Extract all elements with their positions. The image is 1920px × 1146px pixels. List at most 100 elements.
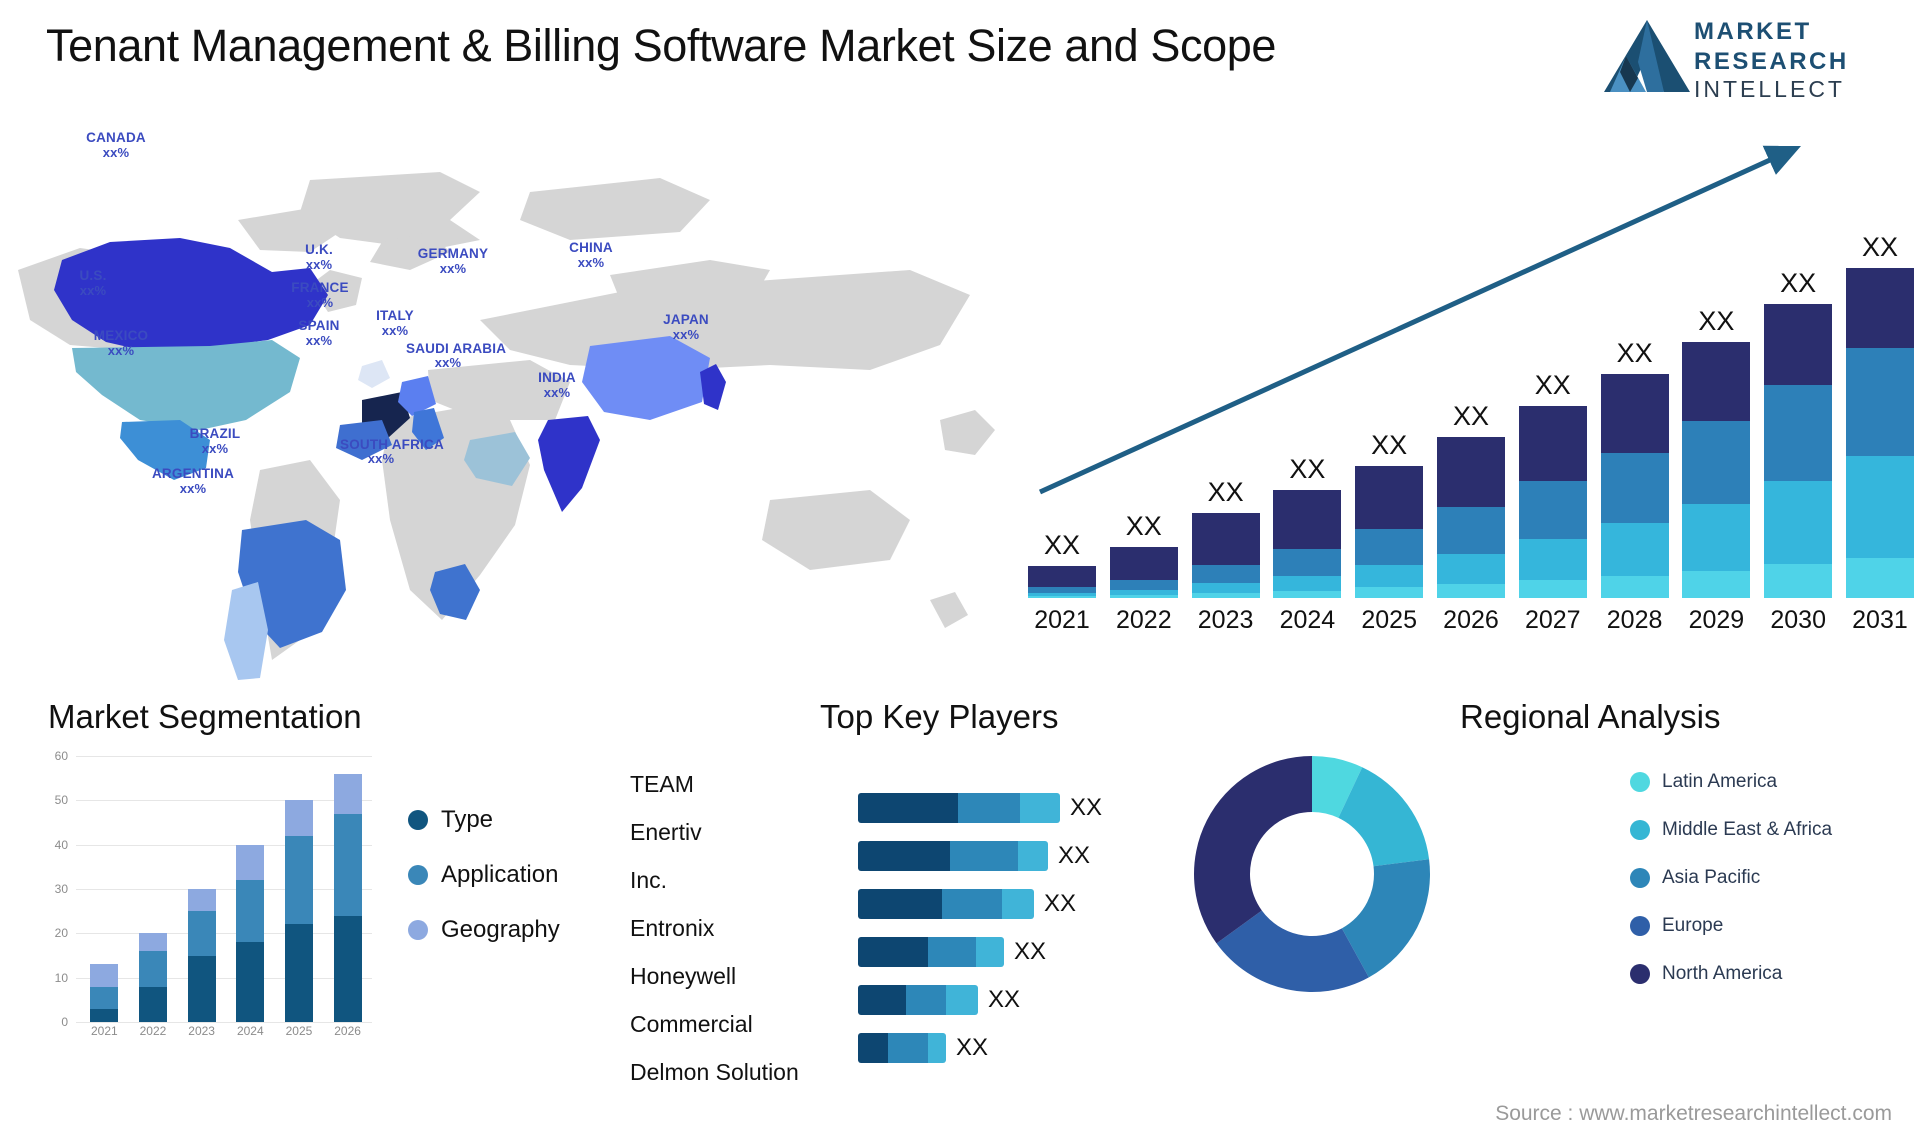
forecast-stack	[1764, 303, 1833, 598]
forecast-value-label: XX	[1861, 232, 1898, 263]
segmentation-segment-application	[236, 880, 265, 943]
player-bar-segment-3	[1018, 841, 1048, 871]
forecast-segment-segment-2	[1273, 575, 1342, 591]
players-name-list: TEAM Enertiv Inc. Entronix Honeywell Commerci…	[630, 760, 870, 1096]
forecast-bar-2030: XX	[1764, 268, 1833, 598]
forecast-value-label: XX	[1371, 429, 1408, 460]
forecast-stack	[1682, 342, 1751, 598]
page-title: Tenant Management & Billing Software Mar…	[46, 20, 1276, 71]
player-name-label: Commercial	[630, 1011, 753, 1037]
forecast-stack	[1109, 547, 1178, 598]
player-name-label: Entronix	[630, 915, 715, 941]
player-bar-row: XX	[858, 1024, 1158, 1072]
map-label-south-africa: SOUTH AFRICA xx%	[340, 437, 444, 466]
forecast-stack	[1355, 465, 1424, 598]
regional-legend-item: North America	[1630, 952, 1900, 996]
map-country-japan	[700, 364, 726, 410]
forecast-stack	[1273, 490, 1342, 598]
forecast-segment-segment-1	[1273, 590, 1342, 598]
segmentation-segment-geography	[284, 800, 313, 836]
page-header: Tenant Management & Billing Software Mar…	[0, 0, 1920, 118]
forecast-segment-segment-3	[1436, 507, 1505, 554]
forecast-bar-2026: XX	[1436, 401, 1505, 598]
segmentation-segment-geography	[333, 773, 362, 814]
segmentation-bar-2022	[138, 933, 167, 1022]
regional-legend-label: Latin America	[1662, 771, 1778, 792]
player-bar-segment-1	[858, 1033, 888, 1063]
segmentation-bar-group	[80, 756, 372, 1022]
player-bar-row: XX	[858, 784, 1158, 832]
player-value-label: XX	[1058, 842, 1091, 869]
forecast-segment-segment-1	[1109, 594, 1178, 598]
regional-legend-label: Europe	[1662, 915, 1724, 936]
segmentation-segment-type	[90, 1008, 119, 1022]
forecast-year-label: 2030	[1770, 606, 1826, 634]
map-label-us: U.S. xx%	[79, 268, 107, 298]
player-bar-row: XX	[858, 928, 1158, 976]
segmentation-segment-application	[333, 813, 362, 916]
forecast-segment-segment-4	[1191, 513, 1260, 566]
player-bar-segment-2	[928, 937, 976, 967]
player-bar-segment-3	[946, 985, 978, 1015]
player-bar-row: XX	[858, 880, 1158, 928]
player-bar	[858, 793, 1060, 823]
player-bar-segment-2	[888, 1033, 928, 1063]
map-label-argentina: ARGENTINA xx%	[151, 466, 235, 496]
map-label-spain: SPAIN xx%	[298, 318, 340, 348]
forecast-year-label: 2024	[1279, 606, 1336, 634]
segmentation-segment-geography	[138, 933, 167, 952]
players-title: Top Key Players	[820, 698, 1059, 735]
legend-dot-icon	[408, 810, 428, 830]
segmentation-segment-geography	[187, 889, 216, 912]
player-name-label: TEAM	[630, 771, 694, 797]
forecast-value-label: XX	[1616, 337, 1653, 368]
legend-dot-icon	[408, 920, 428, 940]
map-label-mexico: MEXICO xx%	[93, 328, 149, 358]
player-bar-segment-1	[858, 889, 942, 919]
regional-legend-label: North America	[1662, 963, 1783, 984]
player-bar-segment-1	[858, 793, 958, 823]
segmentation-legend-label: Type	[441, 806, 494, 833]
player-bar-segment-1	[858, 937, 928, 967]
players-bar-group: XX XX XX XX XX XX	[858, 784, 1158, 1072]
player-bar-row: XX	[858, 832, 1158, 880]
player-name-label: Inc.	[630, 867, 668, 893]
player-value-label: XX	[1070, 794, 1103, 821]
segmentation-x-label: 2023	[188, 1024, 215, 1038]
forecast-year-label: 2026	[1443, 606, 1499, 634]
player-bar	[858, 985, 978, 1015]
player-bar-segment-1	[858, 985, 906, 1015]
forecast-value-label: XX	[1207, 477, 1244, 508]
segmentation-segment-type	[333, 915, 362, 1022]
forecast-segment-segment-4	[1682, 342, 1751, 422]
forecast-segment-segment-3	[1518, 480, 1587, 539]
segmentation-x-label: 2024	[236, 1024, 264, 1038]
regional-legend-item: Latin America	[1630, 760, 1900, 804]
forecast-chart: XX XX XX XX XX XX XX XX XX XX XX 2021 2022 2023 2024 2…	[1028, 120, 1914, 660]
forecast-segment-segment-1	[1845, 557, 1914, 598]
forecast-segment-segment-4	[1845, 268, 1914, 349]
donut-slice-north-america	[1194, 756, 1312, 944]
forecast-stack	[1600, 373, 1669, 598]
forecast-year-label: 2029	[1688, 606, 1745, 634]
forecast-segment-segment-4	[1600, 373, 1669, 454]
segmentation-segment-type	[236, 942, 265, 1022]
segmentation-legend-item: Application	[408, 861, 618, 889]
brand-logo: MARKET RESEARCH INTELLECT	[1602, 12, 1902, 104]
world-map-panel: CANADA xx% U.S. xx% MEXICO xx% BRAZIL xx% AR…	[10, 120, 1020, 680]
forecast-segment-segment-3	[1191, 565, 1260, 584]
legend-dot-icon	[408, 865, 428, 885]
segmentation-bar-2026	[333, 773, 362, 1022]
forecast-segment-segment-4	[1109, 547, 1178, 581]
forecast-segment-segment-4	[1518, 405, 1587, 481]
forecast-segment-segment-3	[1845, 348, 1914, 457]
forecast-bar-2021: XX	[1028, 530, 1096, 598]
segmentation-legend-label: Geography	[441, 916, 560, 943]
map-label-japan: JAPAN xx%	[663, 312, 709, 342]
forecast-segment-segment-2	[1436, 553, 1505, 585]
segmentation-y-tick: 30	[54, 882, 68, 896]
segmentation-y-tick: 10	[54, 970, 68, 985]
player-bar-segment-2	[942, 889, 1002, 919]
forecast-segment-segment-3	[1109, 580, 1178, 590]
player-name-label: Delmon Solution	[630, 1059, 799, 1085]
